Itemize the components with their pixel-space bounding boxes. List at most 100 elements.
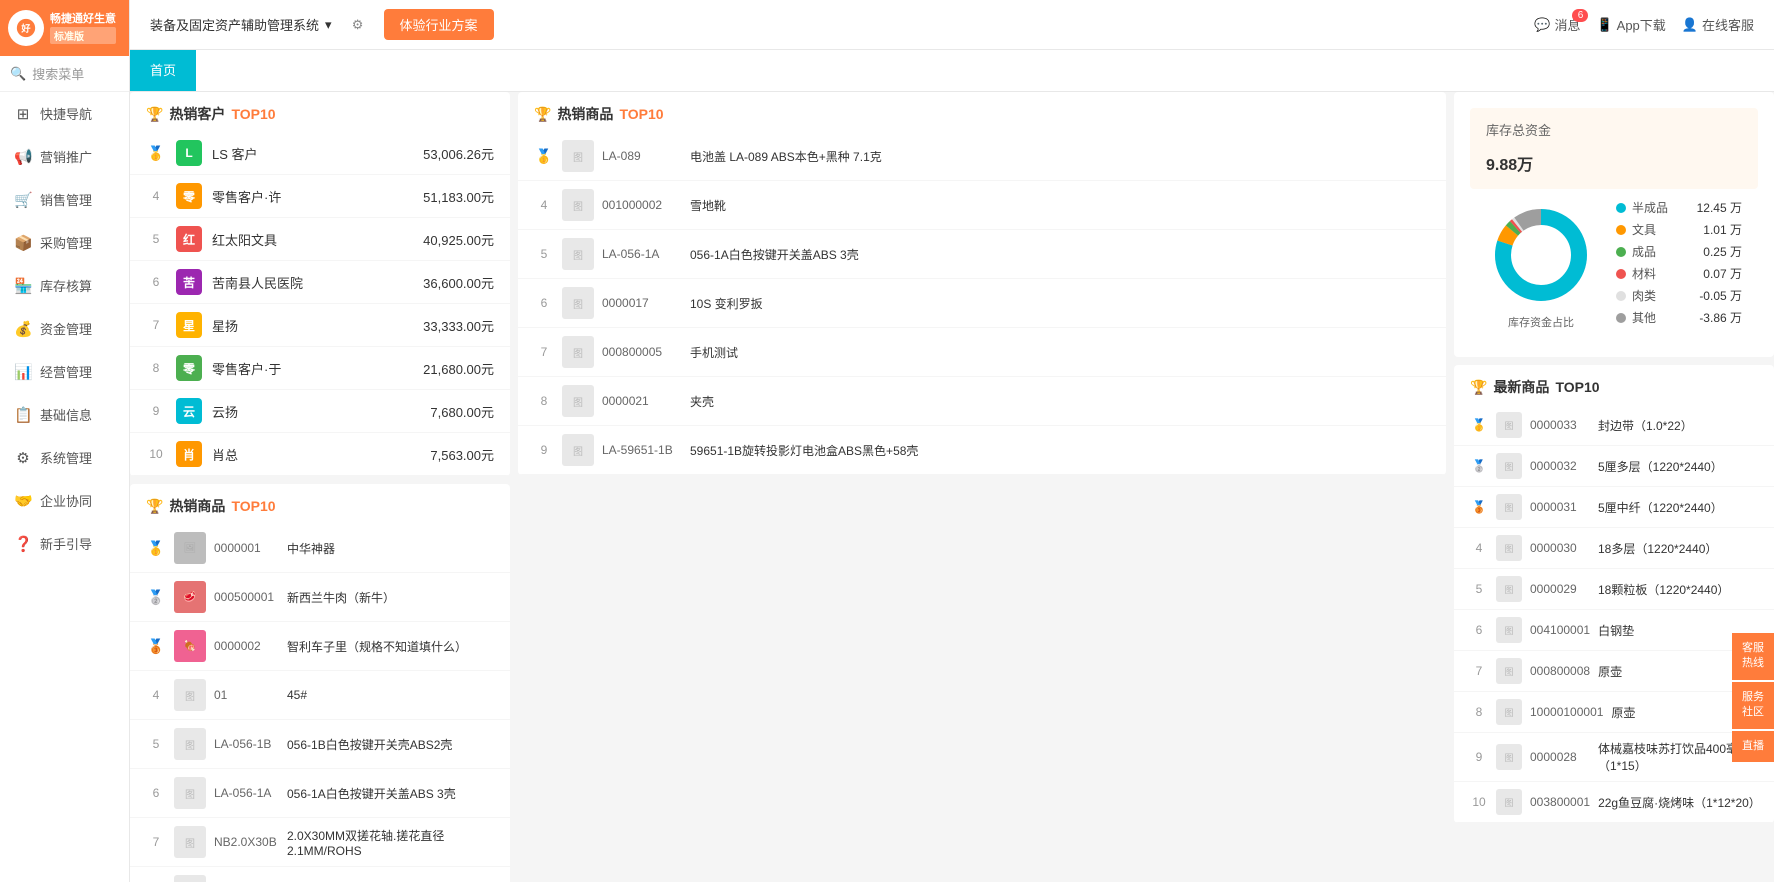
hot-img-6: 图 xyxy=(174,777,206,809)
legend-name-3: 成品 xyxy=(1632,243,1656,260)
customer-service-btn[interactable]: 客服热线 xyxy=(1732,633,1774,680)
newest-img-3: 图 xyxy=(1496,494,1522,520)
sidebar-nav: ⊞ 快捷导航 📢 营销推广 🛒 销售管理 📦 采购管理 🏪 库存核算 💰 资金管… xyxy=(0,92,129,882)
sidebar-label-shortcuts: 快捷导航 xyxy=(40,104,92,123)
mid-product-5: 5 图 LA-056-1A 056-1A白色按键开关盖ABS 3壳 xyxy=(518,230,1446,279)
service-community-btn[interactable]: 服务社区 xyxy=(1732,682,1774,729)
newest-img-4: 图 xyxy=(1496,535,1522,561)
mid-name-7: 手机测试 xyxy=(690,344,1430,361)
left-panel: 🏆 热销客户 TOP10 🥇 L LS 客户 53,006.26元 4 零 零售… xyxy=(130,92,510,882)
newest-img-9: 图 xyxy=(1496,744,1522,770)
avatar-6: 苦 xyxy=(176,269,202,295)
right-panel: 库存总资金 9.88万 xyxy=(1454,92,1774,882)
sidebar-item-shortcuts[interactable]: ⊞ 快捷导航 xyxy=(0,92,129,135)
newest-rank-10: 10 xyxy=(1470,795,1488,809)
mid-product-1: 🥇 图 LA-089 电池盖 LA-089 ABS本色+黑种 7.1克 xyxy=(518,132,1446,181)
sidebar-label-guide: 新手引导 xyxy=(40,534,92,553)
sidebar-item-sales[interactable]: 🛒 销售管理 xyxy=(0,178,129,221)
logo-icon: 好 xyxy=(8,10,44,46)
sidebar-item-basic[interactable]: 📋 基础信息 xyxy=(0,393,129,436)
sidebar-item-operations[interactable]: 📊 经营管理 xyxy=(0,350,129,393)
chart-label: 库存资金占比 xyxy=(1486,314,1596,330)
hot-img-2: 🥩 xyxy=(174,581,206,613)
hot-img-1: 🖼 xyxy=(174,532,206,564)
rank-8: 8 xyxy=(146,361,166,375)
search-menu[interactable]: 🔍 搜索菜单 xyxy=(0,56,129,92)
newest-name-3: 5厘中纤（1220*2440） xyxy=(1598,499,1758,516)
hot-code-6: LA-056-1A xyxy=(214,786,279,800)
mid-img-9: 图 xyxy=(562,434,594,466)
service-label: 在线客服 xyxy=(1702,15,1754,34)
hot-img-7: 图 xyxy=(174,826,206,858)
sales-icon: 🛒 xyxy=(14,191,32,209)
hot-product-4: 4 图 01 45# xyxy=(130,671,510,720)
mid-code-9: LA-59651-1B xyxy=(602,443,682,457)
mid-code-5: LA-056-1A xyxy=(602,247,682,261)
legend-name-2: 文具 xyxy=(1632,221,1656,238)
try-plan-button[interactable]: 体验行业方案 xyxy=(384,9,494,40)
newest-img-10: 图 xyxy=(1496,789,1522,815)
mid-name-1: 电池盖 LA-089 ABS本色+黑种 7.1克 xyxy=(690,148,1430,165)
mid-product-4: 4 图 001000002 雪地靴 xyxy=(518,181,1446,230)
newest-img-6: 图 xyxy=(1496,617,1522,643)
customer-item-8: 8 零 零售客户·于 21,680.00元 xyxy=(130,347,510,390)
customer-item-10: 10 肖 肖总 7,563.00元 xyxy=(130,433,510,476)
hot-rank-4: 4 xyxy=(146,688,166,702)
page-tabs: 首页 xyxy=(130,50,1774,92)
mid-img-1: 图 xyxy=(562,140,594,172)
newest-name-5: 18颗粒板（1220*2440） xyxy=(1598,581,1758,598)
sidebar-item-finance[interactable]: 💰 资金管理 xyxy=(0,307,129,350)
messages-button[interactable]: 💬 消息 6 xyxy=(1534,15,1580,34)
hot-medal-2: 🥈 xyxy=(146,589,166,606)
service-icon: 👤 xyxy=(1682,17,1698,33)
newest-img-1: 图 xyxy=(1496,412,1522,438)
hot-img-5: 图 xyxy=(174,728,206,760)
sidebar-label-basic: 基础信息 xyxy=(40,405,92,424)
tab-home[interactable]: 首页 xyxy=(130,50,196,91)
main-area: 装备及固定资产辅助管理系统 ▾ ⚙ 体验行业方案 💬 消息 6 📱 App下载 … xyxy=(130,0,1774,882)
app-label: App下载 xyxy=(1617,15,1666,34)
settings-button[interactable]: ⚙ xyxy=(344,11,372,39)
mid-name-9: 59651-1B旋转投影灯电池盒ABS黑色+58壳 xyxy=(690,442,1430,459)
app-download-button[interactable]: 📱 App下载 xyxy=(1596,15,1665,34)
sidebar-label-sales: 销售管理 xyxy=(40,190,92,209)
hot-name-2: 新西兰牛肉（新牛） xyxy=(287,589,494,606)
logo-text: 畅捷通好生意 xyxy=(50,12,116,27)
sidebar-item-system[interactable]: ⚙ 系统管理 xyxy=(0,436,129,479)
customer-card-header: 🏆 热销客户 TOP10 xyxy=(130,92,510,132)
sidebar-item-inventory[interactable]: 🏪 库存核算 xyxy=(0,264,129,307)
hot-code-4: 01 xyxy=(214,688,279,702)
newest-code-3: 0000031 xyxy=(1530,500,1590,514)
sidebar-item-enterprise[interactable]: 🤝 企业协同 xyxy=(0,479,129,522)
system-selector[interactable]: 装备及固定资产辅助管理系统 ▾ xyxy=(150,15,332,34)
legend-item-3: 成品 0.25 万 xyxy=(1616,243,1742,260)
legend-val-1: 12.45 万 xyxy=(1697,199,1742,216)
sidebar-label-marketing: 营销推广 xyxy=(40,147,92,166)
avatar-10: 肖 xyxy=(176,441,202,467)
mid-code-1: LA-089 xyxy=(602,149,682,163)
mid-name-5: 056-1A白色按键开关盖ABS 3壳 xyxy=(690,246,1430,263)
customer-top10-label: TOP10 xyxy=(231,106,275,122)
sidebar-item-guide[interactable]: ❓ 新手引导 xyxy=(0,522,129,565)
customer-item-9: 9 云 云扬 7,680.00元 xyxy=(130,390,510,433)
mid-trophy-icon: 🏆 xyxy=(534,106,551,123)
legend-dot-4 xyxy=(1616,269,1626,279)
live-stream-btn[interactable]: 直播 xyxy=(1732,731,1774,762)
newest-img-7: 图 xyxy=(1496,658,1522,684)
inventory-icon: 🏪 xyxy=(14,277,32,295)
newest-img-5: 图 xyxy=(1496,576,1522,602)
sidebar-item-purchase[interactable]: 📦 采购管理 xyxy=(0,221,129,264)
online-service-button[interactable]: 👤 在线客服 xyxy=(1682,15,1754,34)
sidebar-item-marketing[interactable]: 📢 营销推广 xyxy=(0,135,129,178)
customer-name-8: 零售客户·于 xyxy=(212,359,413,378)
inventory-title: 库存总资金 xyxy=(1486,120,1742,139)
hot-product-8: 8 图 0000011 12070519-xs xyxy=(130,867,510,882)
top-header: 装备及固定资产辅助管理系统 ▾ ⚙ 体验行业方案 💬 消息 6 📱 App下载 … xyxy=(130,0,1774,50)
customer-value-8: 21,680.00元 xyxy=(423,359,494,378)
newest-code-5: 0000029 xyxy=(1530,582,1590,596)
middle-card-header: 🏆 热销商品 TOP10 xyxy=(518,92,1446,132)
legend-dot-1 xyxy=(1616,203,1626,213)
inventory-card: 库存总资金 9.88万 xyxy=(1454,92,1774,357)
legend-name-6: 其他 xyxy=(1632,309,1656,326)
customer-name-4: 零售客户·许 xyxy=(212,187,413,206)
